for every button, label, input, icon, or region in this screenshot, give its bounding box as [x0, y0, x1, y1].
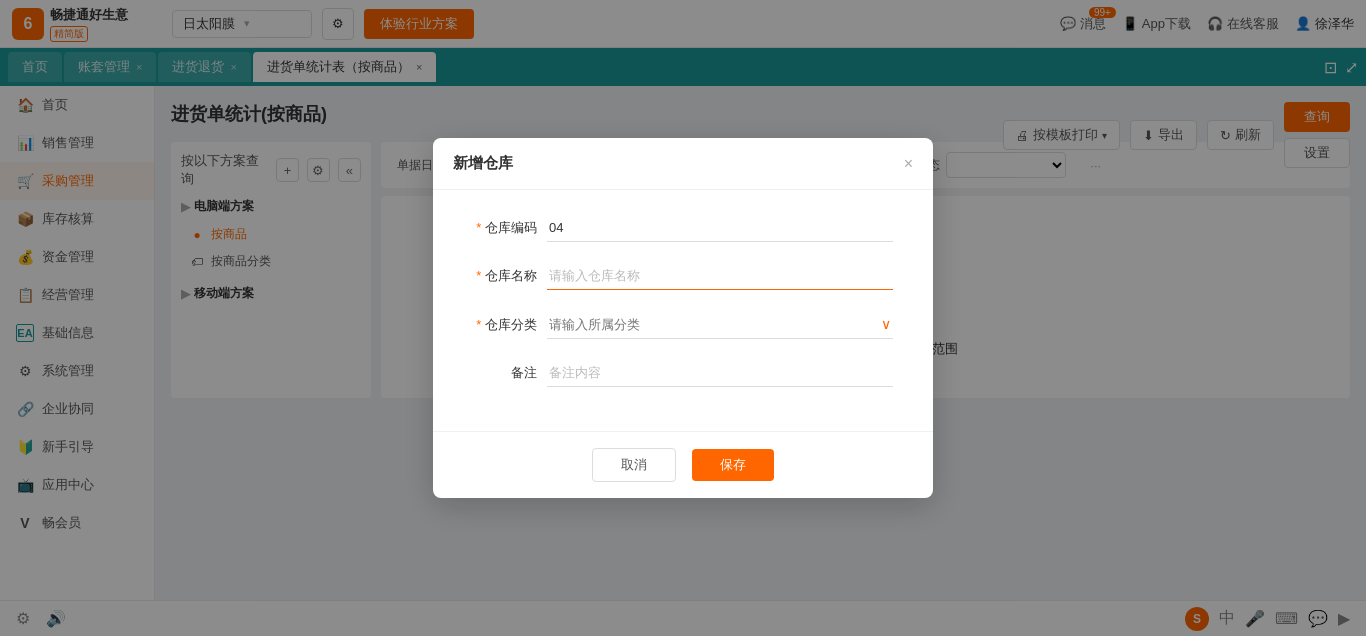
warehouse-category-row: 仓库分类 ∨ — [473, 310, 893, 339]
modal-overlay: 新增仓库 × 仓库编码 仓库名称 仓库分类 ∨ — [0, 0, 1366, 636]
chevron-down-icon: ∨ — [881, 316, 891, 332]
category-label: 仓库分类 — [473, 316, 537, 334]
warehouse-code-row: 仓库编码 — [473, 214, 893, 242]
code-label: 仓库编码 — [473, 219, 537, 237]
cancel-button[interactable]: 取消 — [592, 448, 676, 482]
add-warehouse-modal: 新增仓库 × 仓库编码 仓库名称 仓库分类 ∨ — [433, 138, 933, 498]
modal-footer: 取消 保存 — [433, 431, 933, 498]
save-button[interactable]: 保存 — [692, 449, 774, 481]
modal-close-button[interactable]: × — [904, 155, 913, 173]
modal-header: 新增仓库 × — [433, 138, 933, 190]
warehouse-name-input[interactable] — [547, 262, 893, 290]
warehouse-note-input[interactable] — [547, 359, 893, 387]
warehouse-code-input[interactable] — [547, 214, 893, 242]
category-select[interactable]: ∨ — [547, 310, 893, 339]
category-input[interactable] — [549, 317, 881, 332]
modal-body: 仓库编码 仓库名称 仓库分类 ∨ 备注 — [433, 190, 933, 431]
note-label: 备注 — [473, 364, 537, 382]
name-label: 仓库名称 — [473, 267, 537, 285]
warehouse-name-row: 仓库名称 — [473, 262, 893, 290]
modal-title: 新增仓库 — [453, 154, 513, 173]
warehouse-note-row: 备注 — [473, 359, 893, 387]
